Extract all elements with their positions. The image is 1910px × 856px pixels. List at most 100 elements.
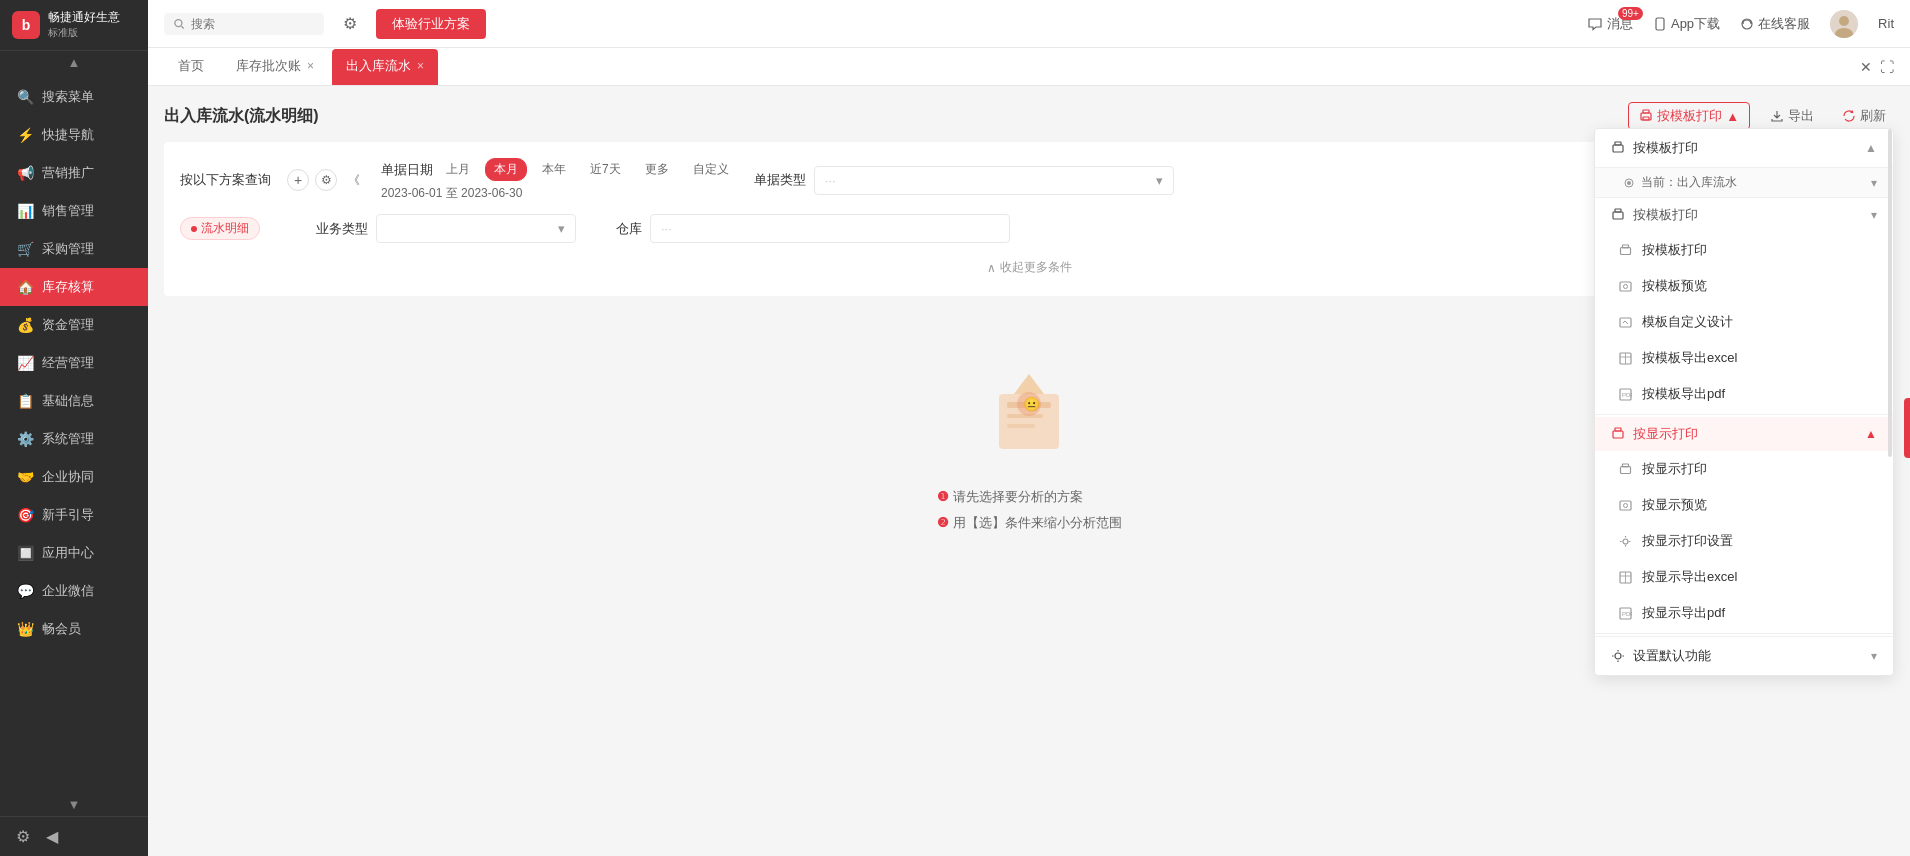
dropdown-header[interactable]: 按模板打印 ▲ [1595, 129, 1893, 168]
filter-gear-btn[interactable]: ⚙ [315, 169, 337, 191]
date-btn-custom[interactable]: 自定义 [684, 158, 738, 181]
template-pdf-item[interactable]: PDF 按模板导出pdf [1595, 376, 1893, 412]
sidebar-scroll-up[interactable]: ▲ [0, 51, 148, 74]
sidebar-item-guide[interactable]: 🎯 新手引导 [0, 496, 148, 534]
tab-close-batch[interactable]: × [307, 59, 314, 73]
empty-hint: ❶请先选择要分析的方案 ❷用【选】条件来缩小分析范围 [937, 484, 1122, 536]
template-pdf-icon: PDF [1619, 388, 1632, 401]
trial-btn[interactable]: 体验行业方案 [376, 9, 486, 39]
template-custom-item[interactable]: 模板自定义设计 [1595, 304, 1893, 340]
sidebar-item-search-menu[interactable]: 🔍 搜索菜单 [0, 78, 148, 116]
footer-chevron-down: ▾ [1871, 649, 1877, 663]
sidebar-item-sales[interactable]: 📊 销售管理 [0, 192, 148, 230]
collapse-sidebar-icon[interactable]: ◀ [46, 827, 58, 846]
refresh-btn[interactable]: 刷新 [1834, 103, 1894, 129]
display-settings-item[interactable]: 按显示打印设置 [1595, 523, 1893, 559]
type-filter-select[interactable]: ··· ▾ [814, 166, 1174, 195]
filter-collapse-btn[interactable]: 《 [343, 169, 365, 191]
export-btn[interactable]: 导出 [1762, 103, 1822, 129]
message-btn[interactable]: 消息 99+ [1587, 15, 1633, 33]
online-service-btn[interactable]: 在线客服 [1740, 15, 1810, 33]
template-section-header[interactable]: 按模板打印 ▾ [1595, 198, 1893, 232]
date-filter-group: 上月 本月 本年 近7天 更多 自定义 [437, 158, 738, 181]
printer-icon [1639, 109, 1653, 123]
settings-footer-icon[interactable]: ⚙ [16, 827, 30, 846]
sidebar-item-finance[interactable]: 💰 资金管理 [0, 306, 148, 344]
page-title: 出入库流水(流水明细) [164, 106, 319, 127]
close-tab-btn[interactable]: ✕ [1860, 59, 1872, 75]
date-btn-7days[interactable]: 近7天 [581, 158, 630, 181]
sidebar-item-wechat[interactable]: 💬 企业微信 [0, 572, 148, 610]
date-btn-this-year[interactable]: 本年 [533, 158, 575, 181]
svg-rect-34 [1613, 431, 1623, 438]
vip-icon: 👑 [16, 621, 34, 637]
template-section-chevron: ▾ [1871, 208, 1877, 222]
inventory-icon: 🏠 [16, 279, 34, 295]
display-preview-item[interactable]: 按显示预览 [1595, 487, 1893, 523]
print-template-btn[interactable]: 按模板打印 ▲ [1628, 102, 1750, 130]
svg-rect-10 [1643, 117, 1649, 120]
date-btn-last-month[interactable]: 上月 [437, 158, 479, 181]
template-preview-icon [1619, 280, 1632, 293]
tag-flow-detail[interactable]: 流水明细 [180, 217, 260, 240]
date-btn-this-month[interactable]: 本月 [485, 158, 527, 181]
search-input[interactable] [191, 17, 314, 31]
display-printer-icon [1611, 427, 1625, 441]
topbar-search[interactable] [164, 13, 324, 35]
svg-rect-25 [1623, 245, 1629, 248]
dropdown-footer-text: 设置默认功能 [1611, 647, 1711, 665]
display-preview-icon [1619, 499, 1632, 512]
sidebar-scroll-down[interactable]: ▼ [0, 793, 148, 816]
svg-rect-18 [1613, 145, 1623, 152]
sidebar-nav: 🔍 搜索菜单 ⚡ 快捷导航 📢 营销推广 📊 销售管理 🛒 采购管理 🏠 库存核… [0, 74, 148, 793]
topbar-gear-icon[interactable]: ⚙ [336, 10, 364, 38]
svg-rect-19 [1615, 142, 1621, 145]
sidebar-item-operations[interactable]: 📈 经营管理 [0, 344, 148, 382]
filter-add-btn[interactable]: + [287, 169, 309, 191]
maximize-tab-btn[interactable]: ⛶ [1880, 59, 1894, 75]
sidebar-item-quick-nav[interactable]: ⚡ 快捷导航 [0, 116, 148, 154]
display-print-item[interactable]: 按显示打印 [1595, 451, 1893, 487]
display-section-chevron: ▲ [1865, 427, 1877, 441]
user-avatar[interactable] [1830, 10, 1858, 38]
sidebar-item-app-center[interactable]: 🔲 应用中心 [0, 534, 148, 572]
app-download-btn[interactable]: App下载 [1653, 15, 1720, 33]
sidebar-item-vip[interactable]: 👑 畅会员 [0, 610, 148, 648]
display-section: 按显示打印 ▲ 按显示打印 按显示预览 按显示打印设置 [1595, 417, 1893, 631]
svg-point-40 [1623, 539, 1628, 544]
template-print-item[interactable]: 按模板打印 [1595, 232, 1893, 268]
business-type-select[interactable]: ▾ [376, 214, 576, 243]
print-dropdown-panel: 按模板打印 ▲ 当前：出入库流水 ▾ 按模板打印 ▾ [1594, 128, 1894, 676]
phone-icon [1653, 17, 1667, 31]
sidebar-item-system[interactable]: ⚙️ 系统管理 [0, 420, 148, 458]
display-excel-item[interactable]: 按显示导出excel [1595, 559, 1893, 595]
template-preview-item[interactable]: 按模板预览 [1595, 268, 1893, 304]
tab-home[interactable]: 首页 [164, 49, 218, 85]
tab-batch-account[interactable]: 库存批次账 × [222, 49, 328, 85]
display-excel-icon [1619, 571, 1632, 584]
template-excel-item[interactable]: 按模板导出excel [1595, 340, 1893, 376]
tab-close-flow[interactable]: × [417, 59, 424, 73]
message-badge: 99+ [1618, 7, 1643, 20]
chevron-up-icon-2: ∧ [987, 261, 996, 275]
sidebar-item-marketing[interactable]: 📢 营销推广 [0, 154, 148, 192]
display-pdf-item[interactable]: PDF 按显示导出pdf [1595, 595, 1893, 631]
dropdown-scrollbar[interactable] [1887, 129, 1893, 675]
sidebar-item-purchase[interactable]: 🛒 采购管理 [0, 230, 148, 268]
warehouse-select[interactable]: ··· [650, 214, 1010, 243]
svg-rect-14 [1007, 424, 1035, 428]
sidebar-item-enterprise[interactable]: 🤝 企业协同 [0, 458, 148, 496]
svg-point-6 [1839, 16, 1849, 26]
dropdown-footer[interactable]: 设置默认功能 ▾ [1595, 636, 1893, 675]
date-btn-more[interactable]: 更多 [636, 158, 678, 181]
marketing-icon: 📢 [16, 165, 34, 181]
svg-rect-26 [1620, 282, 1631, 291]
display-section-header[interactable]: 按显示打印 ▲ [1595, 417, 1893, 451]
topbar-search-icon [174, 18, 185, 30]
sidebar-item-inventory[interactable]: 🏠 库存核算 [0, 268, 148, 306]
sidebar-item-base-info[interactable]: 📋 基础信息 [0, 382, 148, 420]
guide-icon: 🎯 [16, 507, 34, 523]
tab-flow[interactable]: 出入库流水 × [332, 49, 438, 85]
topbar: ⚙ 体验行业方案 消息 99+ App下载 在线客服 Rit [148, 0, 1910, 48]
template-print-icon [1619, 244, 1632, 257]
